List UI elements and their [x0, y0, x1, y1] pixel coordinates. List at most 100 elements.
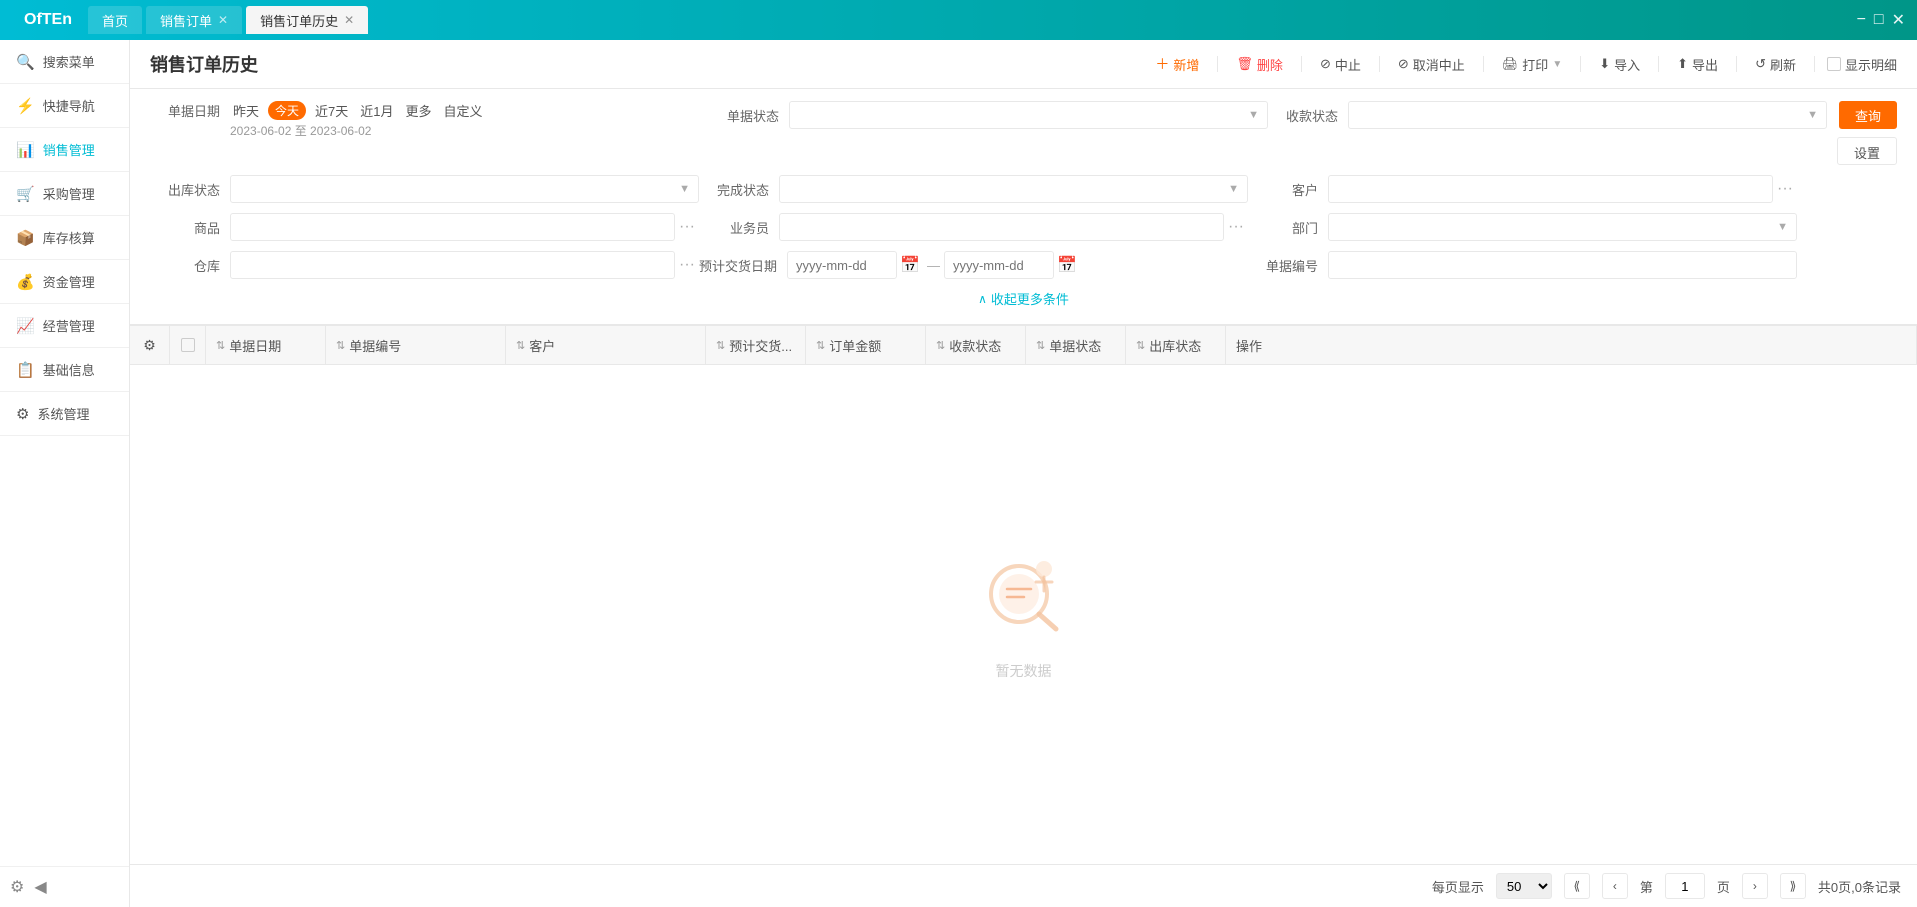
tab-home[interactable]: 首页: [88, 6, 142, 34]
sidebar-item-basic-info-label: 基础信息: [43, 360, 95, 379]
sidebar-item-inventory[interactable]: 📦 库存核算: [0, 216, 129, 260]
maximize-btn[interactable]: □: [1874, 11, 1884, 29]
sidebar-item-purchase-mgmt[interactable]: 🛒 采购管理: [0, 172, 129, 216]
sidebar-item-quick-nav[interactable]: ⚡ 快捷导航: [0, 84, 129, 128]
th-customer[interactable]: ⇅ 客户: [506, 326, 706, 364]
sidebar-item-ops-label: 经营管理: [43, 316, 95, 335]
last-page-btn[interactable]: ⟫: [1780, 873, 1806, 899]
tab-sales-order[interactable]: 销售订单 ✕: [146, 6, 242, 34]
sidebar: 🔍 搜索菜单 ⚡ 快捷导航 📊 销售管理 🛒 采购管理 📦 库存核算 💰 资金管…: [0, 40, 130, 907]
sidebar-item-ops[interactable]: 📈 经营管理: [0, 304, 129, 348]
warehouse-ellipsis-icon[interactable]: ···: [675, 256, 699, 274]
page-header: 销售订单历史 ＋ 新增 🗑 删除 ⊘ 中止 ⊘: [130, 40, 1917, 89]
stop-label: 中止: [1335, 55, 1361, 74]
th-delivery-label: 预计交货...: [729, 336, 792, 355]
next-page-btn[interactable]: ›: [1742, 873, 1768, 899]
th-settings[interactable]: ⚙: [130, 326, 170, 364]
product-ellipsis-icon[interactable]: ···: [675, 218, 699, 236]
import-label: 导入: [1614, 55, 1640, 74]
sidebar-item-search-menu-label: 搜索菜单: [43, 52, 95, 71]
search-menu-icon: 🔍: [16, 53, 35, 71]
calendar-end-icon[interactable]: 📅: [1054, 255, 1080, 275]
close-btn[interactable]: ✕: [1892, 10, 1905, 30]
refresh-button[interactable]: ↺ 刷新: [1749, 51, 1802, 78]
th-check[interactable]: [170, 326, 206, 364]
th-pay-status[interactable]: ⇅ 收款状态: [926, 326, 1026, 364]
display-detail-checkbox[interactable]: [1827, 57, 1841, 71]
calendar-start-icon[interactable]: 📅: [897, 255, 923, 275]
customer-ellipsis-icon[interactable]: ···: [1773, 180, 1797, 198]
date-option-1month[interactable]: 近1月: [357, 101, 396, 120]
export-button[interactable]: ⬆ 导出: [1671, 51, 1724, 78]
prev-page-btn[interactable]: ‹: [1602, 873, 1628, 899]
empty-illustration: [964, 549, 1084, 649]
sidebar-item-finance[interactable]: 💰 资金管理: [0, 260, 129, 304]
display-detail-toggle[interactable]: 显示明细: [1827, 55, 1897, 74]
sort-amount-icon: ⇅: [816, 339, 825, 352]
tab-sales-order-close[interactable]: ✕: [218, 13, 228, 27]
collapse-more-btn[interactable]: ∧ 收起更多条件: [150, 285, 1897, 312]
th-delivery[interactable]: ⇅ 预计交货...: [706, 326, 806, 364]
sidebar-collapse-icon[interactable]: ◀: [34, 877, 46, 897]
th-num[interactable]: ⇅ 单据编号: [326, 326, 506, 364]
th-action: 操作: [1226, 326, 1917, 364]
th-date[interactable]: ⇅ 单据日期: [206, 326, 326, 364]
sidebar-settings-icon[interactable]: ⚙: [10, 877, 24, 897]
query-button[interactable]: 查询: [1839, 101, 1897, 129]
out-status-select[interactable]: ▼: [230, 175, 699, 203]
date-option-7days[interactable]: 近7天: [312, 101, 351, 120]
setting-button[interactable]: 设置: [1837, 137, 1897, 165]
bill-no-input[interactable]: [1328, 251, 1797, 279]
sidebar-item-basic-info[interactable]: 📋 基础信息: [0, 348, 129, 392]
print-button[interactable]: 🖨 打印 ▼: [1496, 51, 1568, 78]
sort-date-icon: ⇅: [216, 339, 225, 352]
minimize-btn[interactable]: −: [1857, 11, 1866, 29]
customer-input[interactable]: [1328, 175, 1773, 203]
salesperson-input[interactable]: [779, 213, 1224, 241]
sort-out-status-icon: ⇅: [1136, 339, 1145, 352]
cancel-stop-button[interactable]: ⊘ 取消中止: [1392, 51, 1471, 78]
collapse-label: 收起更多条件: [991, 289, 1069, 308]
payment-status-select[interactable]: ▼: [1348, 101, 1827, 129]
sort-num-icon: ⇅: [336, 339, 345, 352]
bill-status-select[interactable]: ▼: [789, 101, 1268, 129]
new-button[interactable]: ＋ 新增: [1149, 50, 1205, 78]
date-option-custom[interactable]: 自定义: [441, 101, 486, 120]
delivery-date-start-input[interactable]: [787, 251, 897, 279]
date-option-more[interactable]: 更多: [403, 101, 435, 120]
th-out-status[interactable]: ⇅ 出库状态: [1126, 326, 1226, 364]
department-select[interactable]: ▼: [1328, 213, 1797, 241]
delivery-date-end-input[interactable]: [944, 251, 1054, 279]
tab-sales-order-history-close[interactable]: ✕: [344, 13, 354, 27]
complete-status-select[interactable]: ▼: [779, 175, 1248, 203]
th-bill-status[interactable]: ⇅ 单据状态: [1026, 326, 1126, 364]
tab-sales-order-history[interactable]: 销售订单历史 ✕: [246, 6, 368, 34]
app-logo: OfTEn: [12, 11, 84, 29]
quick-nav-icon: ⚡: [16, 97, 35, 115]
select-all-checkbox[interactable]: [181, 338, 195, 352]
page-size-select[interactable]: 50 20 100: [1496, 873, 1552, 899]
sidebar-item-sales-mgmt[interactable]: 📊 销售管理: [0, 128, 129, 172]
tab-sales-order-history-label: 销售订单历史: [260, 11, 338, 30]
new-icon: ＋: [1155, 54, 1169, 74]
delete-button[interactable]: 🗑 删除: [1230, 51, 1289, 78]
settings-icon[interactable]: ⚙: [143, 337, 156, 354]
sidebar-item-search-menu[interactable]: 🔍 搜索菜单: [0, 40, 129, 84]
page-number-input[interactable]: [1665, 873, 1705, 899]
date-option-today[interactable]: 今天: [268, 101, 306, 120]
salesperson-ellipsis-icon[interactable]: ···: [1224, 218, 1248, 236]
table-section: ⚙ ⇅ 单据日期 ⇅ 单据编号 ⇅ 客户 ⇅: [130, 325, 1917, 864]
th-pay-status-label: 收款状态: [949, 336, 1001, 355]
product-input[interactable]: [230, 213, 675, 241]
sidebar-item-system[interactable]: ⚙ 系统管理: [0, 392, 129, 436]
th-amount[interactable]: ⇅ 订单金额: [806, 326, 926, 364]
bill-no-label: 单据编号: [1248, 256, 1328, 275]
warehouse-label: 仓库: [150, 256, 230, 275]
stop-button[interactable]: ⊘ 中止: [1314, 51, 1367, 78]
import-button[interactable]: ⬇ 导入: [1593, 51, 1646, 78]
date-option-yesterday[interactable]: 昨天: [230, 101, 262, 120]
sidebar-item-system-label: 系统管理: [37, 404, 89, 423]
th-action-label: 操作: [1236, 336, 1262, 355]
warehouse-input[interactable]: [230, 251, 675, 279]
first-page-btn[interactable]: ⟪: [1564, 873, 1590, 899]
